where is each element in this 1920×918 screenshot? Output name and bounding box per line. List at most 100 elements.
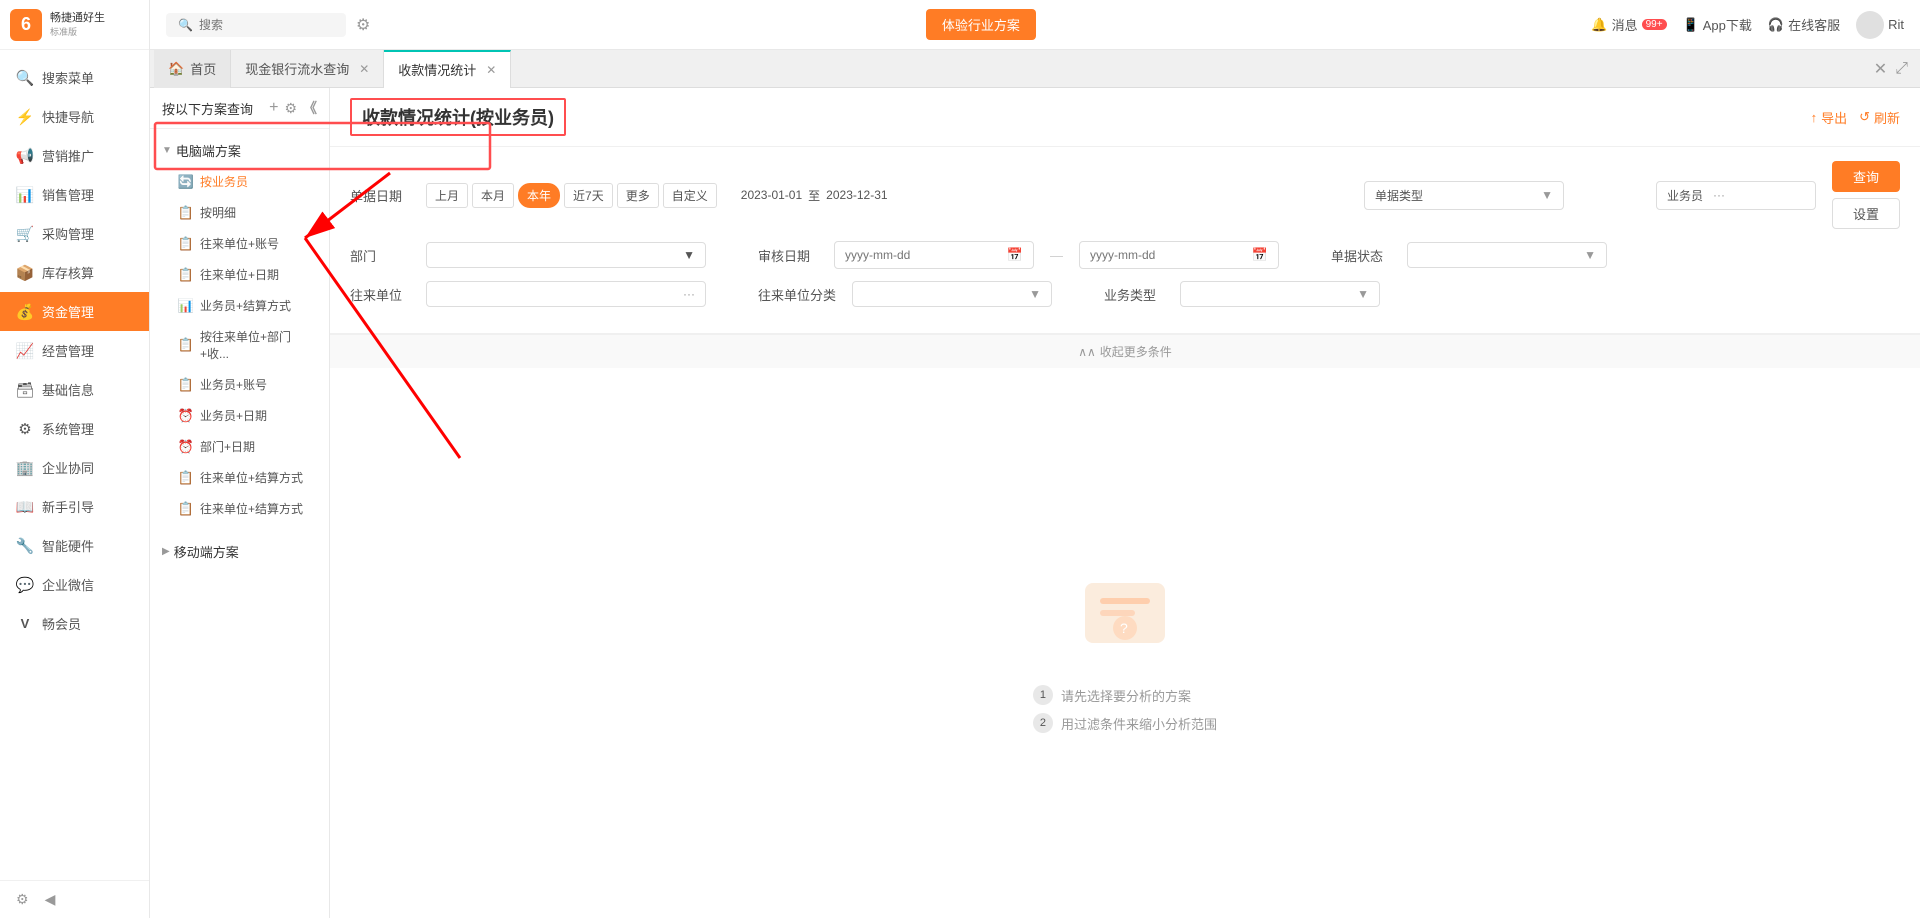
scheme-item-salesperson-settle-label: 业务员+结算方式 <box>200 297 291 314</box>
scheme-item-partner-settle2[interactable]: 📋 往来单位+结算方式 <box>150 493 329 524</box>
doc-status-label: 单据状态 <box>1331 246 1391 265</box>
scheme-item-by-salesperson[interactable]: 🔄 按业务员 <box>150 166 329 197</box>
scheme-section-mobile-title[interactable]: ▶ 移动端方案 <box>150 536 329 567</box>
doc-type-select[interactable]: 单据类型 ▼ <box>1364 181 1564 210</box>
partner-more-icon: ··· <box>683 287 695 301</box>
sidebar-settings-btn[interactable]: ⚙ <box>16 891 29 908</box>
app-download-btn[interactable]: 📱 App下载 <box>1683 15 1752 34</box>
collapse-bar[interactable]: ∧∧ 收起更多条件 <box>330 334 1920 368</box>
doc-type-label-left: 单据类型 <box>1375 187 1423 204</box>
more-btn[interactable]: 更多 <box>617 183 659 208</box>
custom-btn[interactable]: 自定义 <box>663 183 717 208</box>
topbar-search-input[interactable] <box>199 18 319 32</box>
date-range: 2023-01-01 至 2023-12-31 <box>741 187 888 204</box>
corp-icon: 🏢 <box>16 459 34 477</box>
last-month-btn[interactable]: 上月 <box>426 183 468 208</box>
trial-button[interactable]: 体验行业方案 <box>926 9 1036 40</box>
tab-home-label: 首页 <box>190 59 216 78</box>
sidebar-item-finance[interactable]: 💰 资金管理 <box>0 292 149 331</box>
sidebar-item-quicknav[interactable]: ⚡ 快捷导航 <box>0 97 149 136</box>
scheme-item-salesperson-date[interactable]: ⏰ 业务员+日期 <box>150 400 329 431</box>
tab-home[interactable]: 🏠 首页 <box>154 50 231 88</box>
review-date-to[interactable]: 📅 <box>1079 241 1279 269</box>
sidebar-item-purchase[interactable]: 🛒 采购管理 <box>0 214 149 253</box>
this-month-btn[interactable]: 本月 <box>472 183 514 208</box>
home-icon: 🏠 <box>168 61 184 77</box>
topbar-search-icon: 🔍 <box>178 18 193 32</box>
scheme-item-salesperson-account[interactable]: 📋 业务员+账号 <box>150 369 329 400</box>
review-date-from[interactable]: 📅 <box>834 241 1034 269</box>
scheme-item-partner-date[interactable]: 📋 往来单位+日期 <box>150 259 329 290</box>
content-wrapper: 按以下方案查询 + ⚙ 《 ▼ 电脑端方案 🔄 按业务员 <box>150 88 1920 918</box>
refresh-btn[interactable]: ↺ 刷新 <box>1859 108 1900 127</box>
svg-text:?: ? <box>1120 620 1128 636</box>
sidebar-item-sales[interactable]: 📊 销售管理 <box>0 175 149 214</box>
sidebar-collapse-btn[interactable]: ◀ <box>45 891 56 908</box>
topbar-search-box[interactable]: 🔍 <box>166 13 346 37</box>
sidebar-item-guide[interactable]: 📖 新手引导 <box>0 487 149 526</box>
scheme-header: 按以下方案查询 + ⚙ 《 <box>150 88 329 129</box>
partner-account-icon: 📋 <box>178 236 194 252</box>
scheme-item-dept-date[interactable]: ⏰ 部门+日期 <box>150 431 329 462</box>
tip-text-2: 用过滤条件来缩小分析范围 <box>1061 714 1217 733</box>
scheme-item-partner-account[interactable]: 📋 往来单位+账号 <box>150 228 329 259</box>
scheme-item-partner-settle1[interactable]: 📋 往来单位+结算方式 <box>150 462 329 493</box>
date-from: 2023-01-01 <box>741 188 802 202</box>
tab-close-all-btn[interactable]: ✕ <box>1874 59 1887 79</box>
topbar: 🔍 ⚙ 体验行业方案 🔔 消息 99+ 📱 App下载 🎧 在线客 <box>150 0 1920 50</box>
sidebar-label-search: 搜索菜单 <box>42 68 94 87</box>
sidebar-item-search[interactable]: 🔍 搜索菜单 <box>0 58 149 97</box>
partner-category-select[interactable]: ▼ <box>852 281 1052 307</box>
scheme-add-btn[interactable]: + <box>269 99 278 117</box>
finance-icon: 💰 <box>16 303 34 321</box>
scheme-item-by-detail[interactable]: 📋 按明细 <box>150 197 329 228</box>
sidebar-item-marketing[interactable]: 📢 营销推广 <box>0 136 149 175</box>
notification-btn[interactable]: 🔔 消息 99+ <box>1591 15 1666 34</box>
dept-date-icon: ⏰ <box>178 439 194 455</box>
topbar-gear-icon[interactable]: ⚙ <box>356 15 370 35</box>
scheme-collapse-btn[interactable]: 《 <box>303 98 317 118</box>
scheme-section-desktop-title[interactable]: ▼ 电脑端方案 <box>150 135 329 166</box>
scheme-item-salesperson-settle[interactable]: 📊 业务员+结算方式 <box>150 290 329 321</box>
tab-receipt[interactable]: 收款情况统计 ✕ <box>384 50 511 88</box>
user-info[interactable]: Rit <box>1856 11 1904 39</box>
sidebar-item-stock[interactable]: 📦 库存核算 <box>0 253 149 292</box>
review-date-to-input[interactable] <box>1090 248 1244 262</box>
sidebar-item-wechat[interactable]: 💬 企业微信 <box>0 565 149 604</box>
date-label: 单据日期 <box>350 186 410 205</box>
export-btn[interactable]: ↑ 导出 <box>1811 108 1848 127</box>
set-button[interactable]: 设置 <box>1832 198 1900 229</box>
tab-bank-close[interactable]: ✕ <box>359 62 369 76</box>
sidebar-item-hardware[interactable]: 🔧 智能硬件 <box>0 526 149 565</box>
export-icon: ↑ <box>1811 110 1818 125</box>
collapse-label: 收起更多条件 <box>1100 343 1172 360</box>
sidebar-item-member[interactable]: V 畅会员 <box>0 604 149 643</box>
last-7-days-btn[interactable]: 近7天 <box>564 183 613 208</box>
online-service-btn[interactable]: 🎧 在线客服 <box>1768 15 1840 34</box>
biz-type-select[interactable]: ▼ <box>1180 281 1380 307</box>
app-download-label: App下载 <box>1703 15 1752 34</box>
query-button[interactable]: 查询 <box>1832 161 1900 192</box>
sidebar-item-basic[interactable]: 🗃 基础信息 <box>0 370 149 409</box>
this-year-btn[interactable]: 本年 <box>518 183 560 208</box>
sidebar-item-system[interactable]: ⚙ 系统管理 <box>0 409 149 448</box>
partner-select[interactable]: ··· <box>426 281 706 307</box>
salesperson-select[interactable]: 业务员 ··· <box>1656 181 1816 210</box>
doc-status-select[interactable]: ▼ <box>1407 242 1607 268</box>
sidebar-item-operation[interactable]: 📈 经营管理 <box>0 331 149 370</box>
review-date-from-input[interactable] <box>845 248 999 262</box>
sidebar-item-corp[interactable]: 🏢 企业协同 <box>0 448 149 487</box>
tab-expand-btn[interactable]: ⤢ <box>1895 60 1908 78</box>
tip-num-2: 2 <box>1033 713 1053 733</box>
scheme-item-partner-account-label: 往来单位+账号 <box>200 235 279 252</box>
tab-receipt-close[interactable]: ✕ <box>486 63 496 77</box>
scheme-settings-btn[interactable]: ⚙ <box>284 100 297 117</box>
dept-select[interactable]: ▼ <box>426 242 706 268</box>
biz-type-label: 业务类型 <box>1104 285 1164 304</box>
scheme-item-partner-date-label: 往来单位+日期 <box>200 266 279 283</box>
stock-icon: 📦 <box>16 264 34 282</box>
sidebar-nav: 🔍 搜索菜单 ⚡ 快捷导航 📢 营销推广 📊 销售管理 🛒 采购管理 📦 <box>0 50 149 880</box>
scheme-item-partner-dept[interactable]: 📋 按往来单位+部门+收... <box>150 321 329 369</box>
sidebar-label-purchase: 采购管理 <box>42 224 94 243</box>
tab-bank[interactable]: 现金银行流水查询 ✕ <box>231 50 384 88</box>
